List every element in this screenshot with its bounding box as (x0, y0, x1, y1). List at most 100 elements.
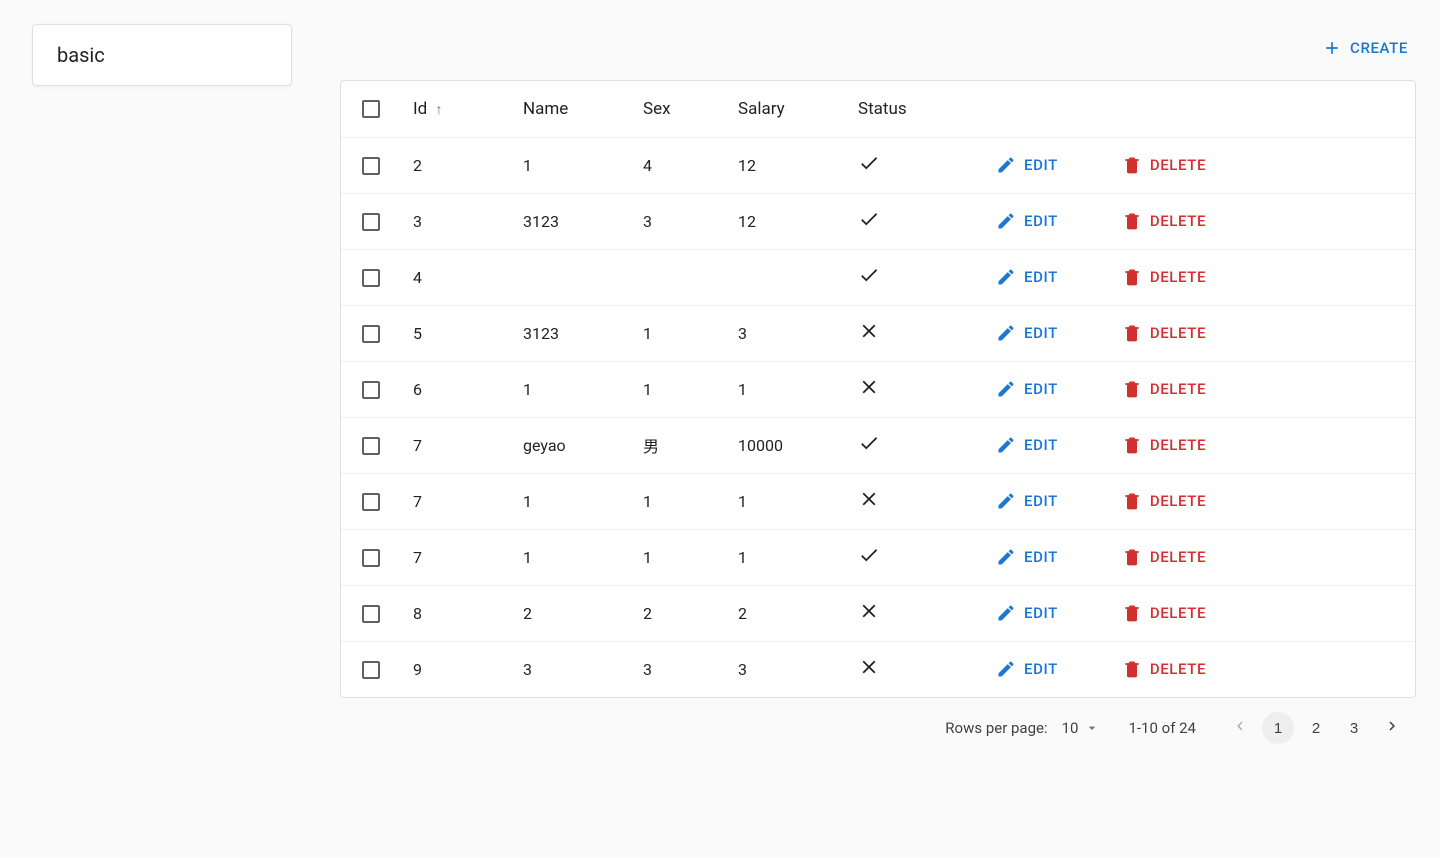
column-header-id[interactable]: Id ↑ (401, 81, 511, 137)
trash-icon (1122, 211, 1142, 231)
edit-button[interactable]: EDIT (988, 373, 1066, 405)
pager-page-3[interactable]: 3 (1338, 712, 1370, 744)
delete-button[interactable]: DELETE (1114, 597, 1214, 629)
pencil-icon (996, 659, 1016, 679)
cell-id: 6 (401, 361, 511, 417)
trash-icon (1122, 547, 1142, 567)
edit-button-label: EDIT (1024, 156, 1058, 174)
cell-name: 2 (511, 585, 631, 641)
cell-id: 5 (401, 305, 511, 361)
table-header-row: Id ↑ Name Sex Salary Status (341, 81, 1415, 137)
cell-salary: 10000 (726, 417, 846, 473)
plus-icon (1322, 38, 1342, 58)
cell-name: 1 (511, 529, 631, 585)
cell-sex: 1 (631, 305, 726, 361)
rows-per-page-select[interactable]: 10 (1062, 719, 1101, 737)
delete-button[interactable]: DELETE (1114, 261, 1214, 293)
cell-name (511, 249, 631, 305)
delete-button[interactable]: DELETE (1114, 317, 1214, 349)
delete-button[interactable]: DELETE (1114, 429, 1214, 461)
edit-button[interactable]: EDIT (988, 149, 1066, 181)
delete-button[interactable]: DELETE (1114, 205, 1214, 237)
table-row: 9333EDITDELETE (341, 641, 1415, 697)
cell-id: 2 (401, 137, 511, 193)
pager: 123 (1224, 712, 1408, 744)
edit-button-label: EDIT (1024, 268, 1058, 286)
cell-status (846, 361, 976, 417)
row-checkbox[interactable] (362, 605, 380, 623)
table-row: 4EDITDELETE (341, 249, 1415, 305)
delete-button[interactable]: DELETE (1114, 373, 1214, 405)
cross-icon (858, 327, 880, 346)
table-row: 8222EDITDELETE (341, 585, 1415, 641)
delete-button-label: DELETE (1150, 324, 1206, 342)
row-checkbox[interactable] (362, 213, 380, 231)
cell-status (846, 585, 976, 641)
delete-button[interactable]: DELETE (1114, 485, 1214, 517)
pencil-icon (996, 491, 1016, 511)
edit-button[interactable]: EDIT (988, 541, 1066, 573)
check-icon (858, 159, 880, 178)
edit-button[interactable]: EDIT (988, 653, 1066, 685)
cell-name: geyao (511, 417, 631, 473)
table-row: 7geyao男10000EDITDELETE (341, 417, 1415, 473)
row-checkbox[interactable] (362, 549, 380, 567)
edit-button[interactable]: EDIT (988, 261, 1066, 293)
row-checkbox[interactable] (362, 437, 380, 455)
edit-button[interactable]: EDIT (988, 317, 1066, 349)
table-row: 5312313EDITDELETE (341, 305, 1415, 361)
cross-icon (858, 607, 880, 626)
cell-status (846, 417, 976, 473)
cell-salary: 1 (726, 361, 846, 417)
check-icon (858, 271, 880, 290)
pager-page-2[interactable]: 2 (1300, 712, 1332, 744)
row-checkbox[interactable] (362, 381, 380, 399)
edit-button[interactable]: EDIT (988, 485, 1066, 517)
cell-status (846, 193, 976, 249)
check-icon (858, 215, 880, 234)
delete-button[interactable]: DELETE (1114, 149, 1214, 181)
delete-button-label: DELETE (1150, 156, 1206, 174)
delete-button-label: DELETE (1150, 380, 1206, 398)
edit-button[interactable]: EDIT (988, 597, 1066, 629)
edit-button-label: EDIT (1024, 380, 1058, 398)
row-checkbox[interactable] (362, 325, 380, 343)
trash-icon (1122, 323, 1142, 343)
pager-next-button[interactable] (1376, 712, 1408, 744)
cell-id: 7 (401, 417, 511, 473)
delete-button[interactable]: DELETE (1114, 653, 1214, 685)
cell-status (846, 529, 976, 585)
table-row: 6111EDITDELETE (341, 361, 1415, 417)
column-header-name[interactable]: Name (511, 81, 631, 137)
column-header-sex[interactable]: Sex (631, 81, 726, 137)
trash-icon (1122, 659, 1142, 679)
toolbar: CREATE (340, 24, 1416, 80)
edit-button[interactable]: EDIT (988, 205, 1066, 237)
select-all-checkbox[interactable] (362, 100, 380, 118)
cell-salary: 3 (726, 641, 846, 697)
rows-per-page-label: Rows per page: (945, 719, 1047, 737)
sidebar-card[interactable]: basic (32, 24, 292, 86)
cell-status (846, 137, 976, 193)
edit-button[interactable]: EDIT (988, 429, 1066, 461)
create-button[interactable]: CREATE (1314, 32, 1416, 64)
column-header-salary[interactable]: Salary (726, 81, 846, 137)
edit-button-label: EDIT (1024, 436, 1058, 454)
row-checkbox[interactable] (362, 269, 380, 287)
delete-button-label: DELETE (1150, 548, 1206, 566)
cell-id: 7 (401, 473, 511, 529)
cross-icon (858, 383, 880, 402)
delete-button-label: DELETE (1150, 268, 1206, 286)
pager-prev-button (1224, 712, 1256, 744)
cell-name: 1 (511, 473, 631, 529)
row-checkbox[interactable] (362, 493, 380, 511)
column-header-status[interactable]: Status (846, 81, 976, 137)
delete-button[interactable]: DELETE (1114, 541, 1214, 573)
delete-button-label: DELETE (1150, 492, 1206, 510)
pager-page-1[interactable]: 1 (1262, 712, 1294, 744)
row-checkbox[interactable] (362, 157, 380, 175)
row-checkbox[interactable] (362, 661, 380, 679)
cell-sex: 4 (631, 137, 726, 193)
edit-button-label: EDIT (1024, 492, 1058, 510)
delete-button-label: DELETE (1150, 660, 1206, 678)
